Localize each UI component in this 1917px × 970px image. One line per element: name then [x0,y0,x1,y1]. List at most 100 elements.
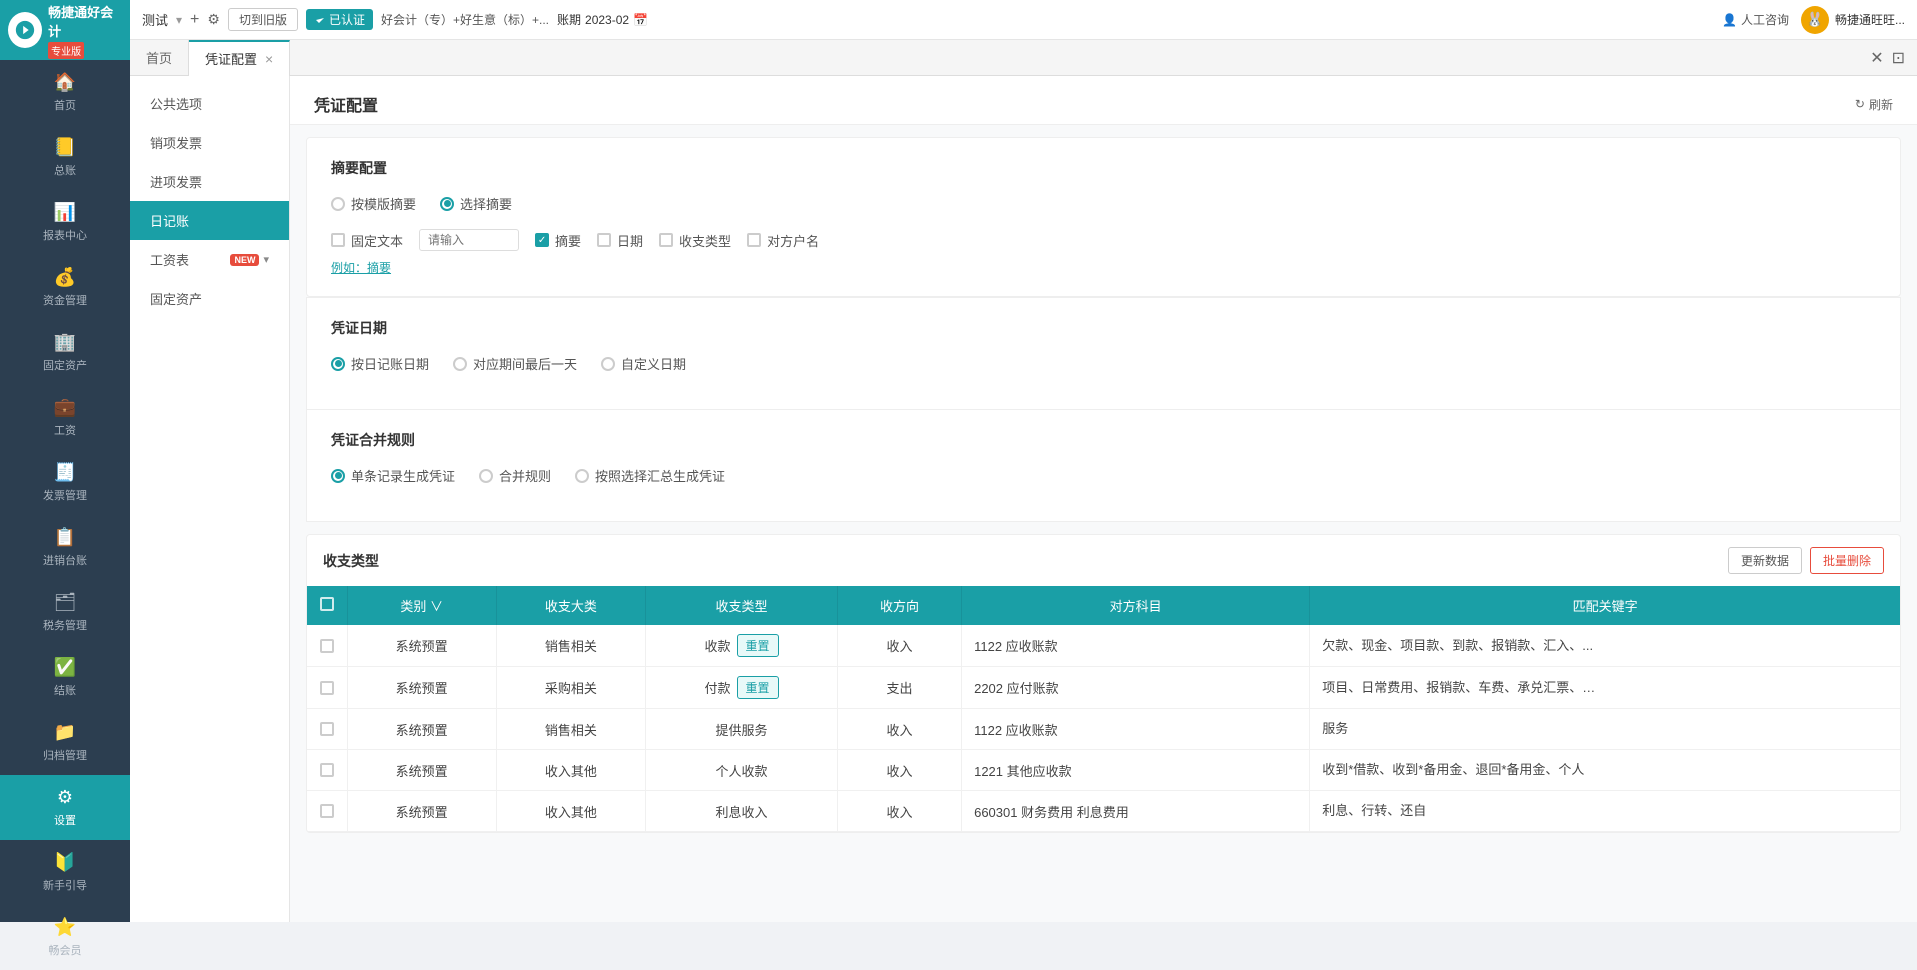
row-checkbox[interactable] [320,681,334,695]
new-badge: NEW [230,254,259,266]
invoice-icon: 🧾 [54,462,76,483]
th-category: 类别 ∨ [347,586,496,625]
left-panel-journal[interactable]: 日记账 [130,201,289,240]
radio-template-circle [331,197,345,211]
sidebar-item-invoice[interactable]: 🧾 发票管理 [0,450,130,515]
checkbox-fixed-text[interactable]: 固定文本 [331,231,403,250]
table-row: 系统预置 销售相关 收款 重置 收入 1122 应收账款 欠款、现金、项目款、到… [307,625,1900,667]
sidebar-item-archive[interactable]: 📁 归档管理 [0,710,130,775]
row-income-type: 收款 重置 [646,625,838,667]
sidebar-item-salary[interactable]: 💼 工资 [0,385,130,450]
tab-actions: ✕ ⊡ [1870,48,1917,68]
checkbox-type[interactable]: 收支类型 [659,231,731,250]
date-radio-group: 按日记账日期 对应期间最后一天 自定义日期 [331,354,1876,373]
radio-journal-date[interactable]: 按日记账日期 [331,354,429,373]
th-select-all[interactable] [307,586,347,625]
row-checkbox[interactable] [320,639,334,653]
ledger-icon: 📒 [54,137,76,158]
radio-single[interactable]: 单条记录生成凭证 [331,466,455,485]
checkbox-summary[interactable]: ✓ 摘要 [535,231,581,250]
sidebar-item-tax[interactable]: 🗂 税务管理 [0,580,130,645]
sidebar-item-purchase[interactable]: 📋 进销台账 [0,515,130,580]
row-income-type: 个人收款 [646,750,838,791]
radio-summary-gen[interactable]: 按照选择汇总生成凭证 [575,466,725,485]
sidebar-item-funds[interactable]: 💰 资金管理 [0,255,130,320]
sidebar-item-settle[interactable]: ✅ 结账 [0,645,130,710]
left-panel-fixed[interactable]: 固定资产 [130,279,289,318]
row-keywords: 欠款、现金、项目款、到款、报销款、汇入、... [1310,625,1900,667]
batch-delete-btn[interactable]: 批量删除 [1810,547,1884,574]
row-category: 系统预置 [347,791,496,832]
radio-period-last[interactable]: 对应期间最后一天 [453,354,577,373]
left-panel-purchase[interactable]: 进项发票 [130,162,289,201]
row-category: 系统预置 [347,750,496,791]
tab-home[interactable]: 首页 [130,40,189,76]
checkbox-counterpart[interactable]: 对方户名 [747,231,819,250]
income-table: 类别 ∨ 收支大类 收支类型 收方向 对方科目 匹配关键字 系 [307,586,1900,832]
period-info: 账期 2023-02 📅 [557,11,648,28]
refresh-btn[interactable]: ↻ 刷新 [1855,96,1893,113]
switch-old-btn[interactable]: 切到旧版 [228,8,298,31]
gear-icon[interactable]: ⚙ [207,11,220,28]
window-close-btn[interactable]: ✕ [1870,48,1883,68]
tab-voucher-config[interactable]: 凭证配置 × [189,40,290,76]
row-keywords: 项目、日常费用、报销款、车费、承兑汇票、付款 [1310,667,1900,709]
checkbox-date[interactable]: 日期 [597,231,643,250]
left-panel-public[interactable]: 公共选项 [130,84,289,123]
fixed-text-input[interactable] [419,229,519,251]
headset-icon: 👤 [1722,13,1737,27]
row-keywords: 服务 [1310,709,1900,750]
row-checkbox-cell[interactable] [307,709,347,750]
sidebar-item-home[interactable]: 🏠 首页 [0,60,130,125]
row-category: 系统预置 [347,667,496,709]
main-area: 测试 ▾ + ⚙ 切到旧版 已认证 好会计（专）+好生意（标）+... 账期 2… [130,0,1917,922]
income-section-title: 收支类型 [323,551,379,571]
row-major-type: 销售相关 [496,709,645,750]
tax-icon: 🗂 [54,592,77,613]
guide-icon: 🔰 [54,852,76,873]
calendar-icon[interactable]: 📅 [633,13,648,27]
left-panel-sales[interactable]: 销项发票 [130,123,289,162]
update-data-btn[interactable]: 更新数据 [1728,547,1802,574]
sidebar-item-settings[interactable]: ⚙ 设置 [0,775,130,840]
reset-btn[interactable]: 重置 [737,676,779,699]
row-direction: 收入 [838,625,962,667]
logo-icon [8,12,42,48]
sidebar-item-assets[interactable]: 🏢 固定资产 [0,320,130,385]
add-icon[interactable]: + [190,11,199,29]
radio-custom-date[interactable]: 自定义日期 [601,354,686,373]
row-income-type: 利息收入 [646,791,838,832]
sidebar-item-member[interactable]: ⭐ 畅会员 [0,905,130,970]
archive-icon: 📁 [54,722,76,743]
select-all-checkbox[interactable] [320,597,334,611]
row-account: 1221 其他应收款 [962,750,1310,791]
sidebar-item-ledger[interactable]: 📒 总账 [0,125,130,190]
radio-merge-rule[interactable]: 合并规则 [479,466,551,485]
reset-btn[interactable]: 重置 [737,634,779,657]
row-checkbox[interactable] [320,722,334,736]
sidebar: 畅捷通好会计 专业版 🏠 首页 📒 总账 📊 报表中心 💰 资金管理 🏢 固定资… [0,0,130,922]
tab-close-icon[interactable]: × [265,51,273,67]
window-expand-btn[interactable]: ⊡ [1892,48,1905,68]
sidebar-item-guide[interactable]: 🔰 新手引导 [0,840,130,905]
radio-template-summary[interactable]: 按模版摘要 [331,194,416,213]
row-direction: 收入 [838,750,962,791]
row-checkbox-cell[interactable] [307,667,347,709]
row-checkbox-cell[interactable] [307,750,347,791]
settle-icon: ✅ [54,657,76,678]
radio-select-summary[interactable]: 选择摘要 [440,194,512,213]
user-menu[interactable]: 🐰 畅捷通旺旺... [1801,6,1905,34]
row-category: 系统预置 [347,709,496,750]
row-checkbox[interactable] [320,804,334,818]
row-checkbox-cell[interactable] [307,625,347,667]
sidebar-item-reports[interactable]: 📊 报表中心 [0,190,130,255]
left-panel-payroll[interactable]: 工资表 NEW ▾ [130,240,289,279]
row-checkbox[interactable] [320,763,334,777]
table-header-row: 类别 ∨ 收支大类 收支类型 收方向 对方科目 匹配关键字 [307,586,1900,625]
row-checkbox-cell[interactable] [307,791,347,832]
service-btn[interactable]: 👤 人工咨询 [1722,11,1789,28]
row-category: 系统预置 [347,625,496,667]
dropdown-arrow-icon[interactable]: ▾ [176,13,182,27]
radio-custom-date-circle [601,357,615,371]
radio-journal-date-circle [331,357,345,371]
